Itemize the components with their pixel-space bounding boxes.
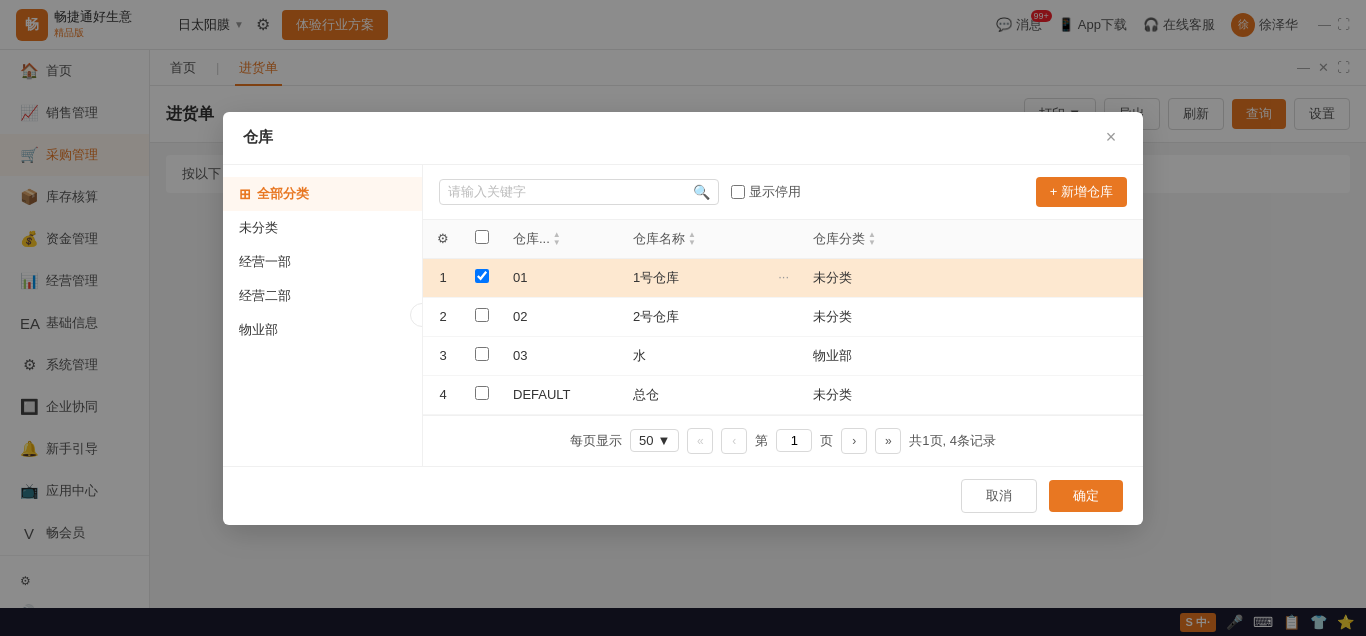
- show-disabled-checkbox[interactable]: [731, 185, 745, 199]
- last-page-button[interactable]: »: [875, 428, 901, 454]
- row-category-1: 未分类: [801, 297, 1143, 336]
- row-code-2: 03: [501, 336, 621, 375]
- more-actions-icon[interactable]: ···: [778, 269, 789, 284]
- modal-right: 🔍 显示停用 + 新增仓库: [423, 165, 1143, 466]
- prev-page-button[interactable]: ‹: [721, 428, 747, 454]
- page-label: 页: [820, 432, 833, 450]
- tree-label-0: 全部分类: [257, 185, 309, 203]
- per-page-value: 50: [639, 433, 653, 448]
- select-all-checkbox[interactable]: [475, 230, 489, 244]
- per-page-select[interactable]: 50 ▼: [630, 429, 679, 452]
- show-disabled-label: 显示停用: [749, 183, 801, 201]
- page-number-input[interactable]: [776, 429, 812, 452]
- pagination-summary: 共1页, 4条记录: [909, 432, 996, 450]
- sort-down-icon: ▼: [553, 239, 561, 247]
- table-row[interactable]: 2 02 2号仓库 未分类: [423, 297, 1143, 336]
- row-category-3: 未分类: [801, 375, 1143, 414]
- modal-header: 仓库 ×: [223, 112, 1143, 165]
- row-num-2: 3: [423, 336, 463, 375]
- table-row[interactable]: 3 03 水 物业部: [423, 336, 1143, 375]
- search-input-wrap: 🔍: [439, 179, 719, 205]
- tree-label-4: 物业部: [239, 321, 278, 339]
- row-num-1: 2: [423, 297, 463, 336]
- tree-label-1: 未分类: [239, 219, 278, 237]
- modal-footer: 取消 确定: [223, 466, 1143, 525]
- modal-close-button[interactable]: ×: [1099, 126, 1123, 150]
- row-category-0: 未分类: [801, 258, 1143, 297]
- th-code: 仓库... ▲ ▼: [501, 220, 621, 259]
- row-num-3: 4: [423, 375, 463, 414]
- row-checkbox-2[interactable]: [475, 347, 489, 361]
- sort-arrows-code: ▲ ▼: [553, 231, 561, 247]
- show-disabled-checkbox-wrap: 显示停用: [731, 183, 801, 201]
- per-page-label: 每页显示: [570, 432, 622, 450]
- warehouse-table: ⚙ 仓库... ▲: [423, 220, 1143, 415]
- row-category-2: 物业部: [801, 336, 1143, 375]
- modal-title: 仓库: [243, 128, 273, 147]
- row-name-2: 水: [621, 336, 801, 375]
- th-name: 仓库名称 ▲ ▼: [621, 220, 801, 259]
- row-code-0: 01: [501, 258, 621, 297]
- tree-label-2: 经营一部: [239, 253, 291, 271]
- tree-panel: ⊞全部分类未分类经营一部经营二部物业部 《: [223, 165, 423, 466]
- row-checkbox-0[interactable]: [475, 269, 489, 283]
- page-word: 第: [755, 432, 768, 450]
- row-name-3: 总仓: [621, 375, 801, 414]
- next-page-button[interactable]: ›: [841, 428, 867, 454]
- sort-arrows-category: ▲ ▼: [868, 231, 876, 247]
- table-row[interactable]: 4 DEFAULT 总仓 未分类: [423, 375, 1143, 414]
- confirm-button[interactable]: 确定: [1049, 480, 1123, 512]
- row-checkbox-cell-3: [463, 375, 501, 414]
- settings-col-icon[interactable]: ⚙: [437, 231, 449, 246]
- row-checkbox-cell-1: [463, 297, 501, 336]
- row-code-1: 02: [501, 297, 621, 336]
- row-code-3: DEFAULT: [501, 375, 621, 414]
- tree-item-1[interactable]: 未分类: [223, 211, 422, 245]
- tree-item-0[interactable]: ⊞ 全部分类: [223, 177, 422, 211]
- first-page-button[interactable]: «: [687, 428, 713, 454]
- modal-body: ⊞全部分类未分类经营一部经营二部物业部 《 🔍 显示停用 + 新增仓: [223, 165, 1143, 466]
- sort-down-name-icon: ▼: [688, 239, 696, 247]
- row-num-0: 1: [423, 258, 463, 297]
- th-settings: ⚙: [423, 220, 463, 259]
- modal-overlay: 仓库 × ⊞全部分类未分类经营一部经营二部物业部 《 🔍: [0, 0, 1366, 636]
- tree-item-2[interactable]: 经营一部: [223, 245, 422, 279]
- table-header: ⚙ 仓库... ▲: [423, 220, 1143, 259]
- tree-label-3: 经营二部: [239, 287, 291, 305]
- search-icon[interactable]: 🔍: [693, 184, 710, 200]
- row-name-1: 2号仓库: [621, 297, 801, 336]
- per-page-arrow-icon: ▼: [657, 433, 670, 448]
- tree-icon-0: ⊞: [239, 186, 251, 202]
- tree-item-3[interactable]: 经营二部: [223, 279, 422, 313]
- cancel-button[interactable]: 取消: [961, 479, 1037, 513]
- row-checkbox-1[interactable]: [475, 308, 489, 322]
- row-checkbox-3[interactable]: [475, 386, 489, 400]
- warehouse-modal: 仓库 × ⊞全部分类未分类经营一部经营二部物业部 《 🔍: [223, 112, 1143, 525]
- tree-items: ⊞ 全部分类未分类经营一部经营二部物业部: [223, 177, 422, 347]
- modal-table-wrap: ⚙ 仓库... ▲: [423, 220, 1143, 415]
- modal-toolbar: 🔍 显示停用 + 新增仓库: [423, 165, 1143, 220]
- table-row[interactable]: 1 01 1号仓库··· 未分类: [423, 258, 1143, 297]
- sort-down-cat-icon: ▼: [868, 239, 876, 247]
- search-input[interactable]: [448, 184, 693, 199]
- th-name-label: 仓库名称: [633, 230, 685, 248]
- row-checkbox-cell-0: [463, 258, 501, 297]
- modal-pagination: 每页显示 50 ▼ « ‹ 第 页 › » 共1页, 4条记录: [423, 415, 1143, 466]
- th-category-label: 仓库分类: [813, 230, 865, 248]
- th-checkbox: [463, 220, 501, 259]
- th-code-label: 仓库...: [513, 230, 550, 248]
- tree-item-4[interactable]: 物业部: [223, 313, 422, 347]
- add-warehouse-button[interactable]: + 新增仓库: [1036, 177, 1127, 207]
- row-checkbox-cell-2: [463, 336, 501, 375]
- row-name-0: 1号仓库···: [621, 258, 801, 297]
- table-body: 1 01 1号仓库··· 未分类 2 02 2号仓库 未分类 3 03 水 物业…: [423, 258, 1143, 414]
- th-category: 仓库分类 ▲ ▼: [801, 220, 1143, 259]
- modal-toolbar-right: + 新增仓库: [1036, 177, 1127, 207]
- sort-arrows-name: ▲ ▼: [688, 231, 696, 247]
